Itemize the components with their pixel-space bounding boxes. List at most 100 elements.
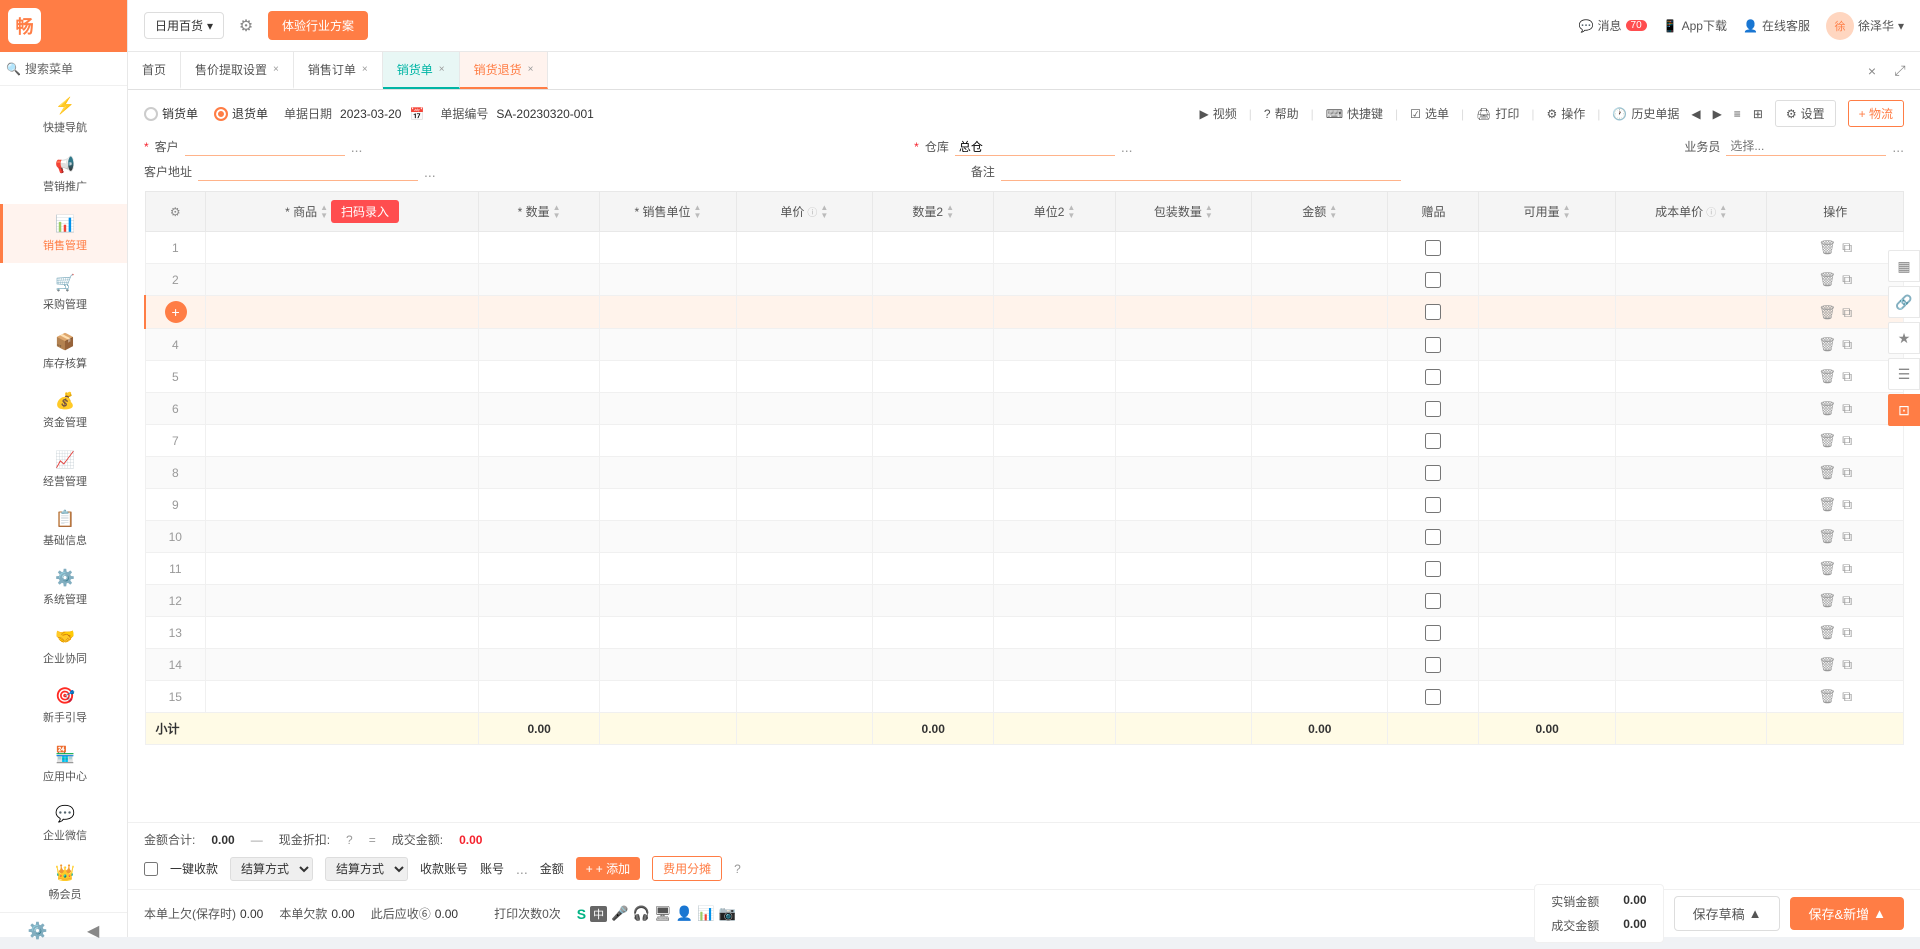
add-payment-btn[interactable]: + + 添加	[576, 857, 640, 880]
add-logistic-btn[interactable]: + 物流	[1848, 100, 1904, 127]
amt-sort-icon[interactable]: ▲▼	[1329, 204, 1337, 220]
help-action[interactable]: ? 帮助	[1264, 105, 1299, 122]
copy-row-7-btn[interactable]: ⧉	[1842, 432, 1852, 449]
warehouse-ellipsis[interactable]: ...	[1121, 139, 1133, 155]
warehouse-input[interactable]	[955, 137, 1115, 156]
copy-row-1-btn[interactable]: ⧉	[1842, 239, 1852, 256]
experience-btn[interactable]: 体验行业方案	[268, 11, 368, 40]
right-float-btn-1[interactable]: ▦	[1888, 250, 1920, 282]
fee-split-btn[interactable]: 费用分摊	[652, 856, 722, 881]
right-float-btn-4[interactable]: ☰	[1888, 358, 1920, 390]
copy-row-4-btn[interactable]: ⧉	[1842, 336, 1852, 353]
avail-sort-icon[interactable]: ▲▼	[1563, 204, 1571, 220]
copy-row-2-btn[interactable]: ⧉	[1842, 271, 1852, 288]
customer-ellipsis[interactable]: ...	[351, 139, 363, 155]
address-input[interactable]	[198, 162, 418, 181]
gift-checkbox-4[interactable]	[1425, 337, 1441, 353]
account-ellipsis[interactable]: ...	[516, 861, 528, 877]
product-input-3[interactable]	[212, 305, 472, 320]
gift-checkbox-10[interactable]	[1425, 529, 1441, 545]
copy-row-9-btn[interactable]: ⧉	[1842, 496, 1852, 513]
gift-checkbox-14[interactable]	[1425, 657, 1441, 673]
history-action[interactable]: 🕐 历史单据	[1612, 105, 1679, 122]
app-download-btn[interactable]: 📱 App下载	[1663, 17, 1727, 34]
pack-sort-icon[interactable]: ▲▼	[1205, 204, 1213, 220]
delete-row-3-btn[interactable]: 🗑	[1818, 304, 1836, 321]
price-sort-icon[interactable]: ▲▼	[820, 204, 828, 220]
unit-sort-icon[interactable]: ▲▼	[694, 204, 702, 220]
gift-checkbox-3[interactable]	[1425, 304, 1441, 320]
customer-input[interactable]	[185, 137, 345, 156]
product-sort-icon[interactable]: ▲▼	[320, 204, 328, 220]
grid-view-btn[interactable]: ⊞	[1753, 107, 1763, 121]
copy-row-12-btn[interactable]: ⧉	[1842, 592, 1852, 609]
gift-checkbox-8[interactable]	[1425, 465, 1441, 481]
unit2-sort-icon[interactable]: ▲▼	[1067, 204, 1075, 220]
price-info-icon[interactable]: ⓘ	[807, 204, 817, 219]
delete-row-14-btn[interactable]: 🗑	[1818, 656, 1836, 673]
delete-row-4-btn[interactable]: 🗑	[1818, 336, 1836, 353]
delete-row-8-btn[interactable]: 🗑	[1818, 464, 1836, 481]
sidebar-item-member[interactable]: 👑 畅会员	[0, 853, 127, 912]
gift-checkbox-9[interactable]	[1425, 497, 1441, 513]
tab-home[interactable]: 首页	[128, 52, 181, 89]
tab-close-sale-return[interactable]: ×	[528, 64, 534, 75]
next-btn[interactable]: ▶	[1713, 107, 1722, 121]
cost-sort-icon[interactable]: ▲▼	[1719, 204, 1727, 220]
sidebar-item-marketing[interactable]: 📢 营销推广	[0, 145, 127, 204]
delete-row-1-btn[interactable]: 🗑	[1818, 239, 1836, 256]
address-ellipsis[interactable]: ...	[424, 164, 436, 180]
tab-maximize-btn[interactable]: ⤢	[1888, 59, 1912, 83]
user-menu[interactable]: 徐 徐泽华 ▾	[1826, 12, 1904, 40]
delete-row-10-btn[interactable]: 🗑	[1818, 528, 1836, 545]
delete-row-9-btn[interactable]: 🗑	[1818, 496, 1836, 513]
tab-sale-goods[interactable]: 销货单 ×	[383, 52, 460, 89]
salesperson-ellipsis[interactable]: ...	[1892, 139, 1904, 155]
tab-close-all-btn[interactable]: ×	[1860, 59, 1884, 83]
copy-row-15-btn[interactable]: ⧉	[1842, 688, 1852, 705]
col-settings-icon[interactable]: ⚙	[170, 205, 181, 219]
gift-checkbox-2[interactable]	[1425, 272, 1441, 288]
sidebar-item-shortcuts[interactable]: ⚡ 快捷导航	[0, 86, 127, 145]
gift-checkbox-1[interactable]	[1425, 240, 1441, 256]
operate-action[interactable]: ⚙ 操作	[1546, 105, 1585, 122]
gift-checkbox-15[interactable]	[1425, 689, 1441, 705]
select-action[interactable]: ☑ 选单	[1410, 105, 1449, 122]
sidebar-collapse-btn[interactable]: ◀	[87, 921, 99, 941]
tab-close-sale-goods[interactable]: ×	[439, 64, 445, 75]
copy-row-8-btn[interactable]: ⧉	[1842, 464, 1852, 481]
copy-row-6-btn[interactable]: ⧉	[1842, 400, 1852, 417]
shortcut-action[interactable]: ⌨ 快捷键	[1326, 105, 1383, 122]
gift-checkbox-7[interactable]	[1425, 433, 1441, 449]
scan-btn[interactable]: 扫码录入	[331, 200, 399, 223]
sidebar-search[interactable]: 🔍 搜索菜单	[0, 52, 127, 86]
sidebar-item-finance[interactable]: 💰 资金管理	[0, 381, 127, 440]
sidebar-item-sales[interactable]: 📊 销售管理	[0, 204, 127, 263]
gift-checkbox-11[interactable]	[1425, 561, 1441, 577]
right-float-btn-3[interactable]: ★	[1888, 322, 1920, 354]
qty2-sort-icon[interactable]: ▲▼	[946, 204, 954, 220]
tab-close-sale-order[interactable]: ×	[362, 64, 368, 75]
sidebar-item-basic[interactable]: 📋 基础信息	[0, 499, 127, 558]
sidebar-settings-btn[interactable]: ⚙️	[28, 921, 48, 941]
video-action[interactable]: ▶ 视频	[1200, 105, 1237, 122]
sidebar-item-system[interactable]: ⚙️ 系统管理	[0, 558, 127, 617]
delete-row-7-btn[interactable]: 🗑	[1818, 432, 1836, 449]
tab-close-sale-settings[interactable]: ×	[273, 64, 279, 75]
settlement-method-select[interactable]: 结算方式	[230, 857, 313, 881]
prev-btn[interactable]: ◀	[1691, 107, 1700, 121]
remark-input[interactable]	[1001, 162, 1401, 181]
fee-help-icon[interactable]: ?	[734, 862, 741, 876]
right-float-btn-2[interactable]: 🔗	[1888, 286, 1920, 318]
sidebar-item-operations[interactable]: 📈 经营管理	[0, 440, 127, 499]
add-row-btn[interactable]: +	[165, 301, 187, 323]
delete-row-15-btn[interactable]: 🗑	[1818, 688, 1836, 705]
save-draft-btn[interactable]: 保存草稿 ▲	[1674, 896, 1781, 931]
sidebar-item-purchase[interactable]: 🛒 采购管理	[0, 263, 127, 322]
copy-row-3-btn[interactable]: ⧉	[1842, 304, 1852, 321]
industry-select[interactable]: 日用百货 ▾	[144, 12, 224, 39]
gift-checkbox-5[interactable]	[1425, 369, 1441, 385]
copy-row-14-btn[interactable]: ⧉	[1842, 656, 1852, 673]
delete-row-11-btn[interactable]: 🗑	[1818, 560, 1836, 577]
tab-sale-order[interactable]: 销售订单 ×	[294, 52, 383, 89]
